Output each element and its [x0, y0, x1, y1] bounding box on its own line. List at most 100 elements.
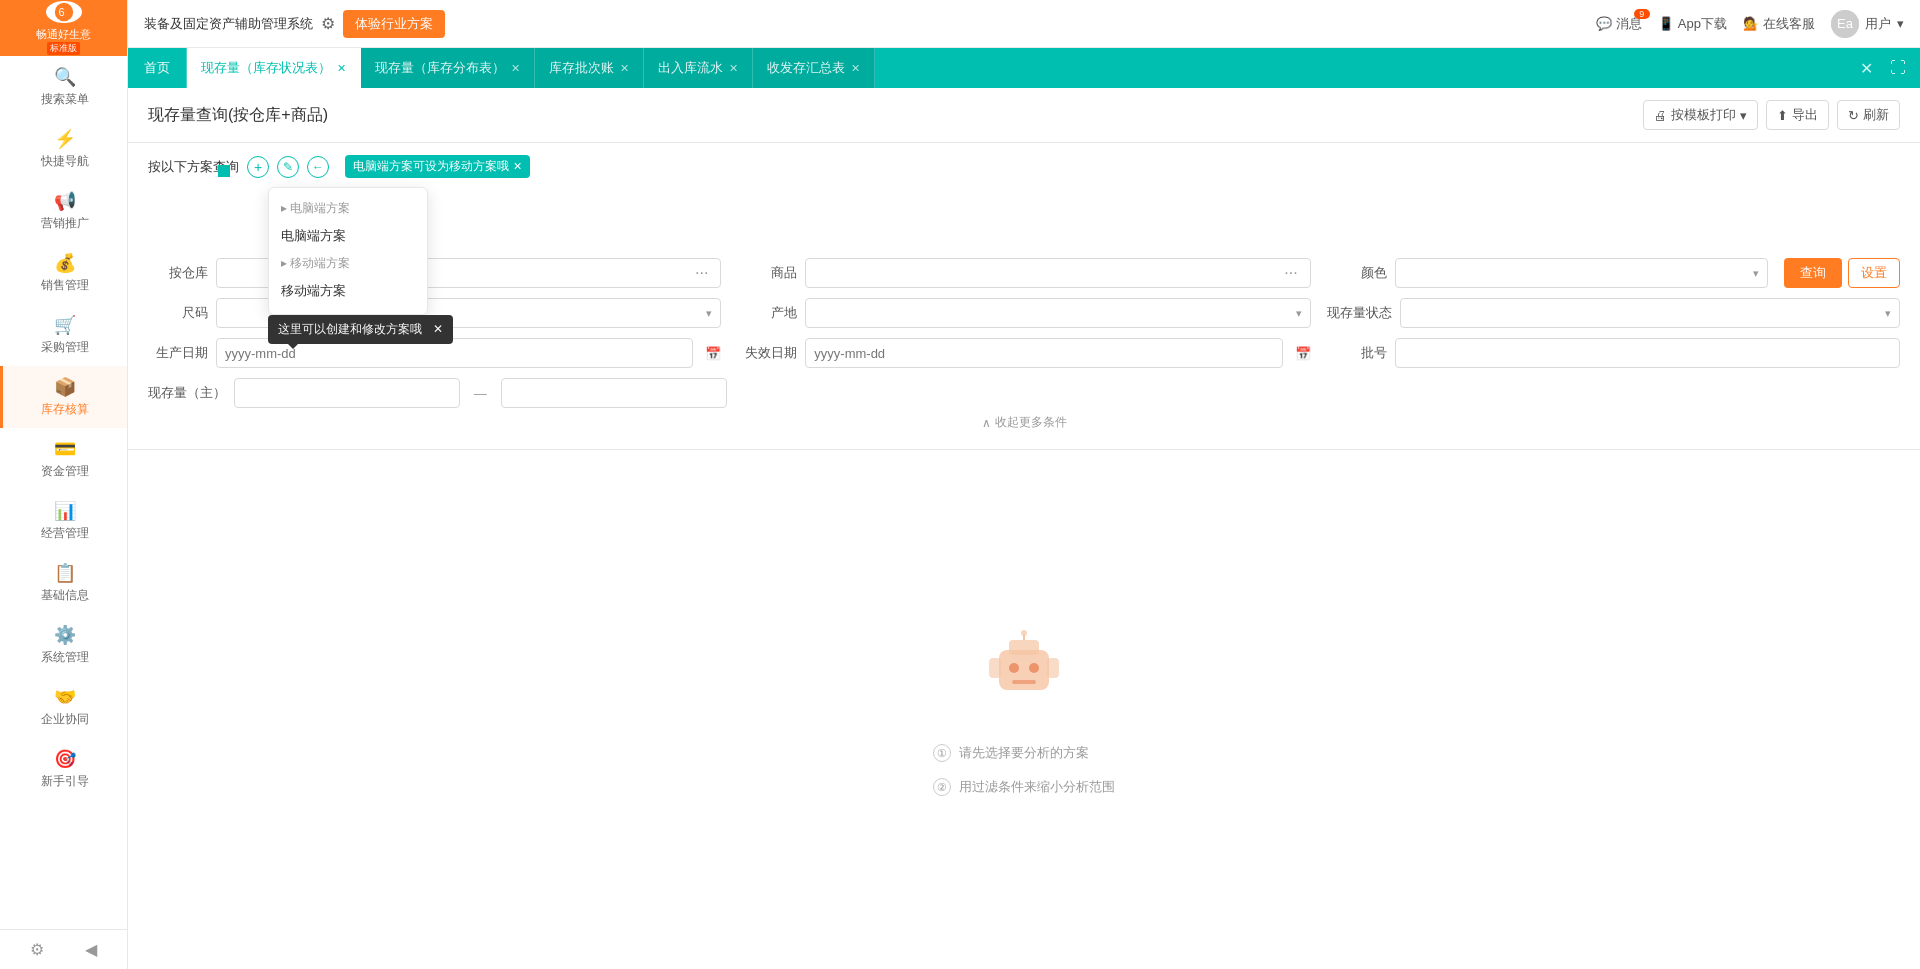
mobile-plan-item[interactable]: 移动端方案: [269, 276, 427, 306]
nav-icon: ⚡: [54, 128, 76, 150]
collapse-icon: ∧: [982, 416, 991, 430]
sidebar-item-purchase[interactable]: 🛒 采购管理: [0, 304, 127, 366]
message-btn[interactable]: 💬 消息 9: [1596, 15, 1642, 33]
goods-select[interactable]: ···: [805, 258, 1310, 288]
refresh-icon: ↻: [1848, 108, 1859, 123]
sidebar-item-cooperation[interactable]: 🤝 企业协同: [0, 676, 127, 738]
collapse-row[interactable]: ∧ 收起更多条件: [148, 408, 1900, 437]
sidebar-item-basic[interactable]: 📋 基础信息: [0, 552, 127, 614]
tab-inventory-status[interactable]: 现存量（库存状况表） ✕: [187, 48, 361, 88]
user-area[interactable]: Ea 用户 ▾: [1831, 10, 1904, 38]
sidebar-item-label: 基础信息: [41, 587, 89, 604]
edit-plan-btn[interactable]: ✎: [277, 156, 299, 178]
empty-step2-text: 用过滤条件来缩小分析范围: [959, 774, 1115, 800]
top-header: 装备及固定资产辅助管理系统 ⚙ 体验行业方案 💬 消息 9 📱 App下载 💁 …: [128, 0, 1920, 48]
expiry-date-input[interactable]: [805, 338, 1282, 368]
goods-dots[interactable]: ···: [1280, 264, 1301, 282]
sidebar-item-label: 资金管理: [41, 463, 89, 480]
expiry-date-calendar-icon[interactable]: 📅: [1295, 346, 1311, 361]
step-num-2: ②: [933, 778, 951, 796]
purchase-icon: 🛒: [54, 314, 76, 336]
sidebar-item-guide[interactable]: 🎯 新手引导: [0, 738, 127, 800]
tab-close-4[interactable]: ✕: [729, 62, 738, 75]
print-btn[interactable]: 🖨 按模板打印 ▾: [1643, 100, 1758, 130]
tab-close-1[interactable]: ✕: [337, 62, 346, 75]
sidebar-item-label: 采购管理: [41, 339, 89, 356]
service-icon: 💁: [1743, 16, 1759, 31]
back-plan-btn[interactable]: ←: [307, 156, 329, 178]
industry-btn[interactable]: 体验行业方案: [343, 10, 445, 38]
sidebar-item-sales[interactable]: 💰 销售管理: [0, 242, 127, 304]
origin-select[interactable]: ▾: [805, 298, 1310, 328]
empty-step-1: ① 请先选择要分析的方案: [933, 740, 1115, 766]
warehouse-dots[interactable]: ···: [691, 264, 712, 282]
step-num-1: ①: [933, 744, 951, 762]
plan-tag-close[interactable]: ✕: [513, 160, 522, 173]
query-btn[interactable]: 查询: [1784, 258, 1842, 288]
color-label: 颜色: [1327, 264, 1387, 282]
production-date-calendar-icon[interactable]: 📅: [705, 346, 721, 361]
sidebar-item-inventory[interactable]: 📦 库存核算: [0, 366, 127, 428]
warehouse-field: 按仓库 ···: [148, 258, 721, 288]
tooltip-arrow: [288, 344, 298, 354]
tab-close-2[interactable]: ✕: [511, 62, 520, 75]
stock-status-select[interactable]: ▾: [1400, 298, 1900, 328]
sidebar-item-nav[interactable]: ⚡ 快捷导航: [0, 118, 127, 180]
origin-chevron: ▾: [1296, 307, 1302, 320]
create-tooltip-text: 这里可以创建和修改方案哦: [278, 322, 422, 336]
origin-select-wrapper: ▾: [805, 298, 1310, 328]
app-download-btn[interactable]: 📱 App下载: [1658, 15, 1727, 33]
message-icon: 💬: [1596, 16, 1612, 31]
empty-state: ① 请先选择要分析的方案 ② 用过滤条件来缩小分析范围: [128, 450, 1920, 969]
svg-point-4: [1009, 663, 1019, 673]
sidebar-item-label: 快捷导航: [41, 153, 89, 170]
tab-fullscreen-btn[interactable]: ⛶: [1884, 54, 1912, 82]
sidebar-item-marketing[interactable]: 📢 营销推广: [0, 180, 127, 242]
guide-icon: 🎯: [54, 748, 76, 770]
finance-icon: 💳: [54, 438, 76, 460]
filter-btn-group: 查询 设置: [1784, 258, 1900, 288]
color-select[interactable]: ▾: [1395, 258, 1768, 288]
sidebar-item-label: 销售管理: [41, 277, 89, 294]
tab-home[interactable]: 首页: [128, 48, 187, 88]
batch-label: 批号: [1327, 344, 1387, 362]
sidebar-item-management[interactable]: 📊 经营管理: [0, 490, 127, 552]
refresh-btn[interactable]: ↻ 刷新: [1837, 100, 1900, 130]
tab-close-all-btn[interactable]: ✕: [1852, 54, 1880, 82]
sidebar-item-system[interactable]: ⚙️ 系统管理: [0, 614, 127, 676]
tab-close-5[interactable]: ✕: [851, 62, 860, 75]
pc-plan-label: 电脑端方案: [281, 227, 346, 245]
system-icon: ⚙️: [54, 624, 76, 646]
export-btn[interactable]: ⬆ 导出: [1766, 100, 1829, 130]
add-plan-btn[interactable]: +: [247, 156, 269, 178]
pc-plan-item[interactable]: 电脑端方案: [269, 221, 427, 251]
sidebar-item-label: 营销推广: [41, 215, 89, 232]
stock-main-min[interactable]: [234, 378, 460, 408]
tab-inventory-dist[interactable]: 现存量（库存分布表） ✕: [361, 48, 535, 88]
message-badge: 9: [1634, 9, 1650, 19]
sidebar: 6 畅通好生意 标准版 🔍 搜索菜单 ⚡ 快捷导航 📢 营销推广 💰 销售管理 …: [0, 0, 128, 969]
search-icon: 🔍: [54, 66, 76, 88]
create-tooltip-close[interactable]: ✕: [433, 322, 443, 336]
batch-input[interactable]: [1395, 338, 1900, 368]
sidebar-item-search[interactable]: 🔍 搜索菜单: [0, 56, 127, 118]
settings-bottom-btn[interactable]: ⚙: [30, 940, 44, 959]
sidebar-item-finance[interactable]: 💳 资金管理: [0, 428, 127, 490]
expiry-date-field: 失效日期 📅: [737, 338, 1310, 368]
stock-main-max[interactable]: [501, 378, 727, 408]
svg-point-5: [1029, 663, 1039, 673]
mobile-section-title: ▸ 移动端方案: [269, 251, 427, 276]
header-right: 💬 消息 9 📱 App下载 💁 在线客服 Ea 用户 ▾: [1596, 10, 1904, 38]
tab-close-3[interactable]: ✕: [620, 62, 629, 75]
tab-inventory-batch[interactable]: 库存批次账 ✕: [535, 48, 644, 88]
color-field: 颜色 ▾ 查询 设置: [1327, 258, 1900, 288]
svg-point-8: [1021, 630, 1027, 636]
online-service-btn[interactable]: 💁 在线客服: [1743, 15, 1815, 33]
tab-flow[interactable]: 出入库流水 ✕: [644, 48, 753, 88]
reset-btn[interactable]: 设置: [1848, 258, 1900, 288]
color-select-wrapper: ▾: [1395, 258, 1768, 288]
tab-summary[interactable]: 收发存汇总表 ✕: [753, 48, 875, 88]
expiry-date-label: 失效日期: [737, 344, 797, 362]
header-settings-icon[interactable]: ⚙: [321, 14, 335, 33]
collapse-btn[interactable]: ◀: [85, 940, 97, 959]
